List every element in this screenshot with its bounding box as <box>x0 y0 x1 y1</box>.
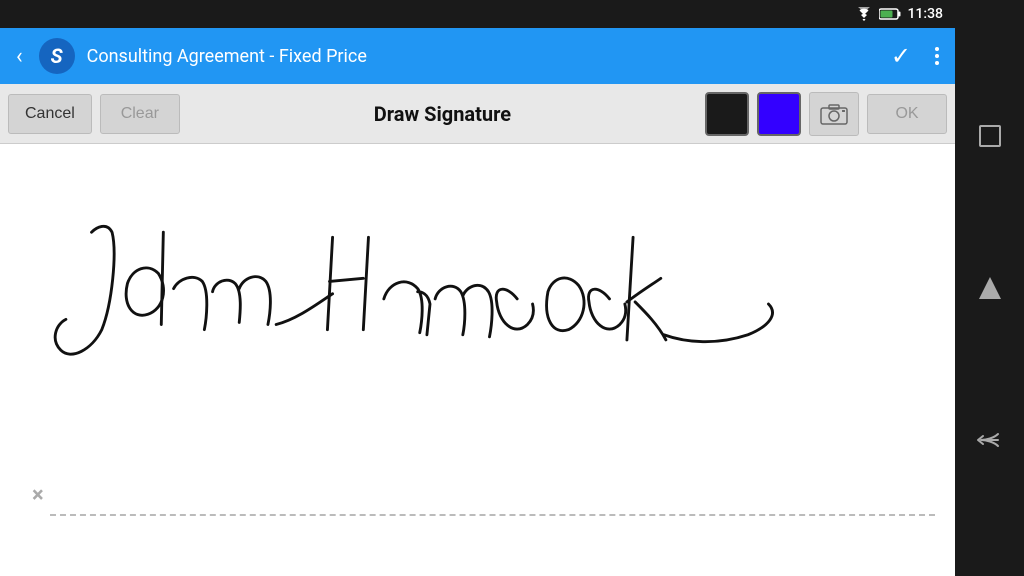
camera-icon <box>820 103 848 125</box>
android-nav-bar <box>955 0 1024 576</box>
camera-button[interactable] <box>809 92 859 136</box>
confirm-button[interactable]: ✓ <box>883 34 919 78</box>
ok-button[interactable]: OK <box>867 94 947 134</box>
back-button-nav[interactable] <box>970 420 1010 460</box>
draw-signature-label: Draw Signature <box>188 102 697 126</box>
back-button[interactable]: ‹ <box>8 36 31 77</box>
recent-apps-button[interactable] <box>970 116 1010 156</box>
back-arrow-icon <box>976 429 1004 451</box>
more-options-button[interactable] <box>927 39 947 73</box>
wifi-icon <box>855 7 873 21</box>
app-area: 11:38 ‹ S Consulting Agreement - Fixed P… <box>0 0 955 576</box>
status-icons: 11:38 <box>855 6 943 22</box>
clear-button[interactable]: Clear <box>100 94 180 134</box>
battery-icon <box>879 8 901 20</box>
cancel-button[interactable]: Cancel <box>8 94 92 134</box>
blue-color-swatch[interactable] <box>757 92 801 136</box>
app-logo: S <box>39 38 75 74</box>
toolbar: ‹ S Consulting Agreement - Fixed Price ✓ <box>0 28 955 84</box>
signature-x-mark: × <box>32 483 44 508</box>
toolbar-title: Consulting Agreement - Fixed Price <box>87 46 875 67</box>
black-color-swatch[interactable] <box>705 92 749 136</box>
status-bar: 11:38 <box>0 0 955 28</box>
signature-baseline <box>50 514 935 516</box>
home-button[interactable] <box>970 268 1010 308</box>
signature-drawing <box>30 164 830 444</box>
signature-area[interactable]: × <box>0 144 955 576</box>
status-time: 11:38 <box>907 6 943 22</box>
action-bar: Cancel Clear Draw Signature OK <box>0 84 955 144</box>
